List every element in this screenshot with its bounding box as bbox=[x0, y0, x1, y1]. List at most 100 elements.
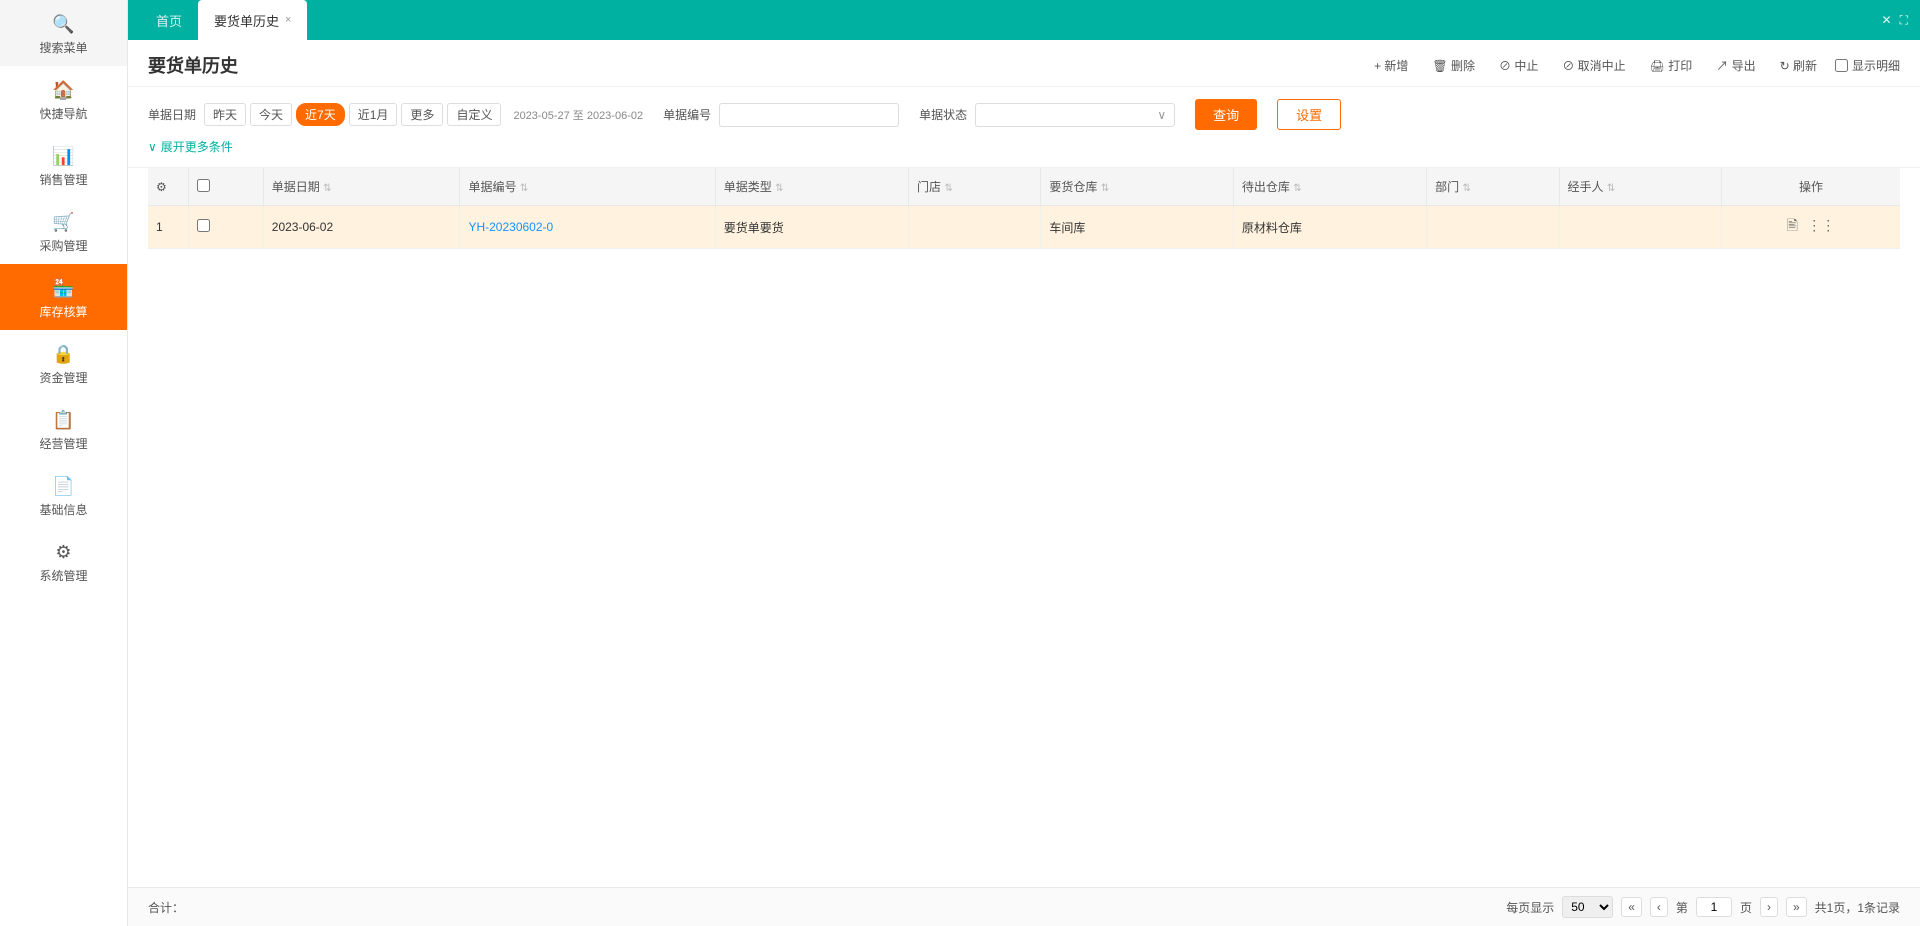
sort-store-icon[interactable]: ⇅ bbox=[944, 183, 952, 194]
sidebar-item-quick-nav[interactable]: 🏠 快捷导航 bbox=[0, 66, 127, 132]
date-btn-yesterday[interactable]: 昨天 bbox=[204, 103, 246, 126]
data-table: ⚙ 单据日期 ⇅ 单据编号 ⇅ 单据类型 bbox=[148, 168, 1900, 249]
stop-button[interactable]: ⊘ 中止 bbox=[1493, 53, 1544, 78]
sort-pending-warehouse-icon[interactable]: ⇅ bbox=[1293, 183, 1301, 194]
table-footer: 合计： 每页显示 10 20 50 100 « ‹ 第 页 › » 共1页，1条… bbox=[128, 887, 1920, 926]
first-page-btn[interactable]: « bbox=[1621, 897, 1642, 917]
expand-conditions-btn[interactable]: ∨ 展开更多条件 bbox=[148, 138, 1900, 155]
sidebar-item-sales-mgmt[interactable]: 📊 销售管理 bbox=[0, 132, 127, 198]
cell-checkbox bbox=[188, 206, 263, 249]
doc-status-filter: 单据状态 ∨ bbox=[919, 103, 1175, 127]
content-area: 要货单历史 + 新增 🗑 删除 ⊘ 中止 ⊘ 取消中止 🖨 打印 ↗ 导出 ↻ … bbox=[128, 40, 1920, 926]
chevron-down-icon: ∨ bbox=[1157, 108, 1166, 122]
select-all-checkbox[interactable] bbox=[197, 179, 210, 192]
page-header: 要货单历史 + 新增 🗑 删除 ⊘ 中止 ⊘ 取消中止 🖨 打印 ↗ 导出 ↻ … bbox=[128, 40, 1920, 87]
tab-requisition-history[interactable]: 要货单历史 × bbox=[198, 0, 307, 40]
inventory-icon: 🏪 bbox=[52, 278, 74, 299]
date-range-display: 2023-05-27 至 2023-06-02 bbox=[513, 107, 643, 123]
topbar-close-btn[interactable]: ✕ bbox=[1882, 13, 1892, 27]
page-suffix-label: 页 bbox=[1740, 899, 1752, 916]
display-detail-label: 显示明细 bbox=[1852, 57, 1900, 74]
table-header-row: ⚙ 单据日期 ⇅ 单据编号 ⇅ 单据类型 bbox=[148, 168, 1900, 206]
date-btn-last-month[interactable]: 近1月 bbox=[349, 103, 398, 126]
topbar-maximize-btn[interactable]: ⛶ bbox=[1900, 13, 1908, 28]
col-doc-number: 单据编号 ⇅ bbox=[460, 168, 715, 206]
sort-dept-icon[interactable]: ⇅ bbox=[1463, 183, 1471, 194]
sort-doc-number-icon[interactable]: ⇅ bbox=[520, 183, 528, 194]
basic-info-icon: 📄 bbox=[52, 476, 74, 497]
cell-req-warehouse: 车间库 bbox=[1041, 206, 1234, 249]
display-detail-checkbox[interactable] bbox=[1835, 59, 1848, 72]
date-btn-last7days[interactable]: 近7天 bbox=[296, 103, 345, 126]
tab-close-icon[interactable]: × bbox=[285, 14, 291, 26]
table-row: 1 2023-06-02 YH-20230602-0 要货单要货 车间库 原材料… bbox=[148, 206, 1900, 249]
page-number-input[interactable] bbox=[1696, 897, 1732, 917]
date-btn-more[interactable]: 更多 bbox=[401, 103, 443, 126]
refresh-button[interactable]: ↻ 刷新 bbox=[1774, 53, 1823, 78]
doc-number-link[interactable]: YH-20230602-0 bbox=[468, 220, 553, 234]
sidebar-item-search-menu[interactable]: 🔍 搜索菜单 bbox=[0, 0, 127, 66]
table-area: ⚙ 单据日期 ⇅ 单据编号 ⇅ 单据类型 bbox=[128, 168, 1920, 887]
doc-status-select[interactable]: ∨ bbox=[975, 103, 1175, 127]
cell-doc-type: 要货单要货 bbox=[715, 206, 908, 249]
sort-doc-type-icon[interactable]: ⇅ bbox=[775, 183, 783, 194]
row-checkbox[interactable] bbox=[197, 219, 210, 232]
export-button[interactable]: ↗ 导出 bbox=[1710, 53, 1761, 78]
sidebar-item-ops-mgmt[interactable]: 📋 经营管理 bbox=[0, 396, 127, 462]
cancel-stop-button[interactable]: ⊘ 取消中止 bbox=[1556, 53, 1631, 78]
col-store: 门店 ⇅ bbox=[908, 168, 1040, 206]
last-page-btn[interactable]: » bbox=[1786, 897, 1807, 917]
prev-page-btn[interactable]: ‹ bbox=[1650, 897, 1668, 917]
date-btn-custom[interactable]: 自定义 bbox=[447, 103, 501, 126]
doc-status-label: 单据状态 bbox=[919, 106, 967, 123]
delete-button[interactable]: 🗑 删除 bbox=[1426, 53, 1481, 78]
sidebar-item-sys-mgmt[interactable]: ⚙ 系统管理 bbox=[0, 528, 127, 594]
col-settings[interactable]: ⚙ bbox=[148, 168, 188, 206]
cell-store bbox=[908, 206, 1040, 249]
print-button[interactable]: 🖨 打印 bbox=[1644, 53, 1699, 78]
per-page-select[interactable]: 10 20 50 100 bbox=[1562, 896, 1613, 918]
sidebar: 🔍 搜索菜单 🏠 快捷导航 📊 销售管理 🛒 采购管理 🏪 库存核算 🔒 资金管… bbox=[0, 0, 128, 926]
query-button[interactable]: 查询 bbox=[1195, 99, 1257, 130]
tab-home[interactable]: 首页 bbox=[140, 0, 198, 40]
finance-icon: 🔒 bbox=[52, 344, 74, 365]
toolbar: + 新增 🗑 删除 ⊘ 中止 ⊘ 取消中止 🖨 打印 ↗ 导出 ↻ 刷新 显示明… bbox=[1368, 53, 1900, 78]
chevron-down-icon: ∨ bbox=[148, 140, 157, 154]
sidebar-item-basic-info[interactable]: 📄 基础信息 bbox=[0, 462, 127, 528]
search-menu-icon: 🔍 bbox=[52, 14, 74, 35]
settings-button[interactable]: 设置 bbox=[1277, 99, 1341, 130]
next-page-btn[interactable]: › bbox=[1760, 897, 1778, 917]
col-action: 操作 bbox=[1722, 168, 1901, 206]
quick-nav-icon: 🏠 bbox=[52, 80, 74, 101]
sidebar-item-purchase-mgmt[interactable]: 🛒 采购管理 bbox=[0, 198, 127, 264]
sales-icon: 📊 bbox=[52, 146, 74, 167]
row-view-icon[interactable]: 🖹 bbox=[1787, 217, 1798, 233]
page-title: 要货单历史 bbox=[148, 52, 238, 78]
topbar: 首页 要货单历史 × ✕ ⛶ bbox=[128, 0, 1920, 40]
new-button[interactable]: + 新增 bbox=[1368, 53, 1414, 78]
col-doc-date: 单据日期 ⇅ bbox=[263, 168, 460, 206]
pagination: 每页显示 10 20 50 100 « ‹ 第 页 › » 共1页，1条记录 bbox=[1506, 896, 1900, 918]
sys-mgmt-icon: ⚙ bbox=[55, 542, 71, 563]
sidebar-item-finance-mgmt[interactable]: 🔒 资金管理 bbox=[0, 330, 127, 396]
cell-action: 🖹 ⋮⋮ bbox=[1722, 206, 1901, 249]
ops-icon: 📋 bbox=[52, 410, 74, 431]
col-doc-type: 单据类型 ⇅ bbox=[715, 168, 908, 206]
purchase-icon: 🛒 bbox=[52, 212, 74, 233]
col-dept: 部门 ⇅ bbox=[1427, 168, 1559, 206]
doc-number-label: 单据编号 bbox=[663, 106, 711, 123]
col-pending-warehouse: 待出仓库 ⇅ bbox=[1233, 168, 1426, 206]
topbar-right: ✕ ⛶ bbox=[1882, 13, 1908, 28]
display-detail-toggle: 显示明细 bbox=[1835, 57, 1900, 74]
cell-pending-warehouse: 原材料仓库 bbox=[1233, 206, 1426, 249]
sort-doc-date-icon[interactable]: ⇅ bbox=[323, 183, 331, 194]
doc-number-input[interactable] bbox=[719, 103, 899, 127]
total-info: 共1页，1条记录 bbox=[1815, 899, 1900, 916]
sidebar-item-inventory[interactable]: 🏪 库存核算 bbox=[0, 264, 127, 330]
sort-req-warehouse-icon[interactable]: ⇅ bbox=[1101, 183, 1109, 194]
sort-handler-icon[interactable]: ⇅ bbox=[1607, 183, 1615, 194]
date-filter-label: 单据日期 bbox=[148, 106, 196, 123]
row-edit-icon[interactable]: ⋮⋮ bbox=[1807, 217, 1835, 233]
date-btn-today[interactable]: 今天 bbox=[250, 103, 292, 126]
doc-number-filter: 单据编号 bbox=[663, 103, 899, 127]
